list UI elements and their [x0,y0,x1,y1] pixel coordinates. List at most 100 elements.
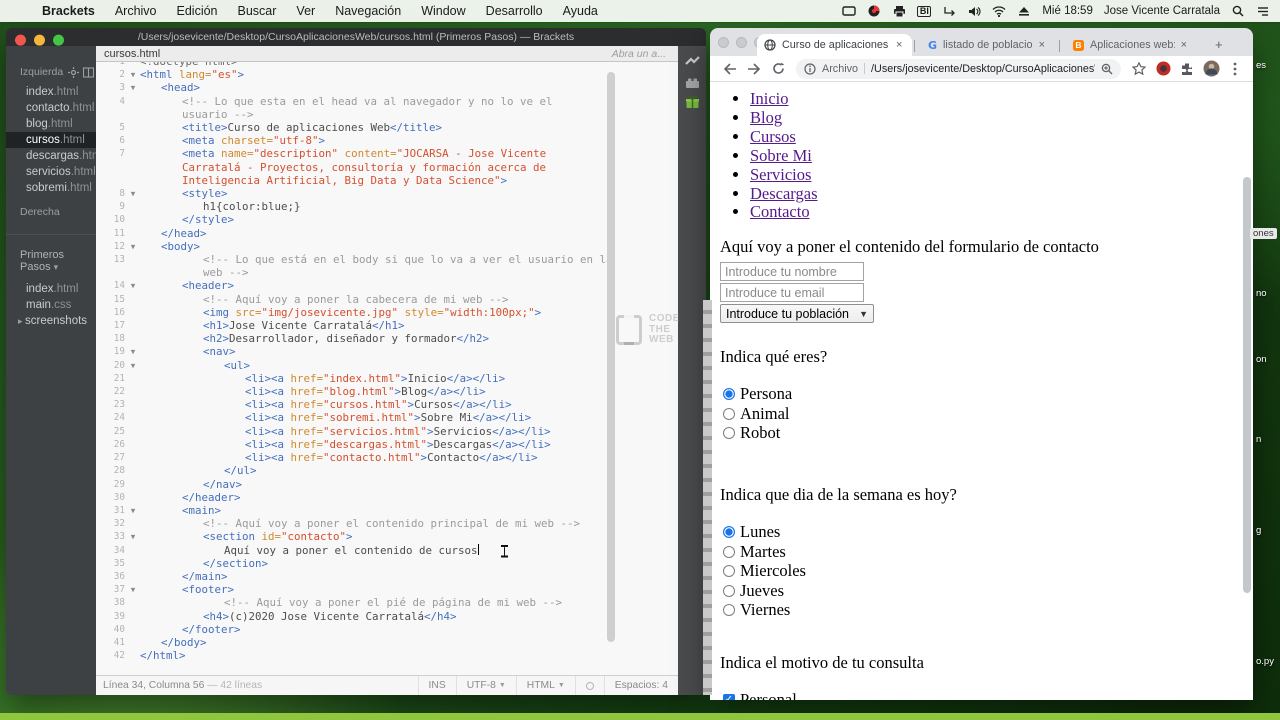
page-link-contacto[interactable]: Contacto [750,202,810,221]
desktop-icon-label[interactable]: g [1256,525,1261,536]
fold-arrow-icon[interactable]: ▼ [126,279,140,292]
editor-scrollbar-thumb[interactable] [607,72,615,642]
radio-miercoles[interactable] [723,565,735,578]
page-link-cursos[interactable]: Cursos [750,127,796,146]
menu-item-navegación[interactable]: Navegación [325,4,411,18]
display-mirroring-icon[interactable] [842,5,857,17]
indent-spaces-setting[interactable]: Espacios: 4 [603,676,678,695]
fold-arrow-icon[interactable]: ▼ [126,530,140,543]
browser-tab-2[interactable]: Glistado de poblacion de es × [921,34,1052,56]
zoom-page-icon[interactable] [1101,63,1113,75]
fold-arrow-icon[interactable]: ▼ [126,359,140,372]
screen-record-icon[interactable] [867,5,881,17]
desktop-icon-label[interactable]: o.py [1256,656,1274,667]
sidebar-file-cursos.html[interactable]: cursos.html [6,132,96,148]
checkbox-personal[interactable]: ✓ [723,693,735,700]
sidebar-file-descargas.html[interactable]: descargas.html [6,148,104,164]
close-window-button[interactable] [15,34,26,46]
menu-item-archivo[interactable]: Archivo [105,4,167,18]
menu-clock[interactable]: Mié 18:59 [1042,5,1093,17]
language-mode-dropdown[interactable]: HTML ▼ [515,676,575,695]
bookmark-star-icon[interactable] [1129,59,1149,79]
volume-icon[interactable] [967,5,981,17]
menu-item-edición[interactable]: Edición [167,4,228,18]
address-bar[interactable]: Archivo /Users/josevicente/Desktop/Curso… [796,58,1121,79]
fold-arrow-icon[interactable]: ▼ [126,240,140,253]
lint-status-icon[interactable] [574,676,604,695]
wifi-icon[interactable] [992,5,1006,17]
page-link-inicio[interactable]: Inicio [750,89,789,108]
profile-avatar[interactable] [1201,59,1221,79]
live-preview-icon[interactable] [684,55,700,70]
back-button[interactable] [720,59,740,79]
menu-item-ver[interactable]: Ver [286,4,325,18]
radio-jueves[interactable] [723,584,735,597]
radio-lunes[interactable] [723,525,735,538]
project-dropdown[interactable]: Primeros Pasos ▾ [6,243,96,281]
tab-close-icon[interactable]: × [1039,39,1045,51]
text-input-2[interactable] [720,283,864,303]
radio-viernes[interactable] [723,604,735,617]
radio-animal[interactable] [723,407,735,420]
fold-arrow-icon[interactable]: ▼ [126,81,140,94]
notification-center-icon[interactable] [1256,5,1270,17]
close-window-button[interactable] [718,37,729,48]
page-link-servicios[interactable]: Servicios [750,165,811,184]
radio-robot[interactable] [723,427,735,440]
forward-button[interactable] [744,59,764,79]
bi-status-icon[interactable]: BI [917,5,932,17]
menu-item-window[interactable]: Window [411,4,475,18]
sidebar-file-servicios.html[interactable]: servicios.html [6,164,96,180]
page-link-sobre-mi[interactable]: Sobre Mi [750,146,812,165]
code-editor[interactable]: 1<!doctype html>2▼<html lang="es">3▼<hea… [96,62,678,675]
active-file-label[interactable]: cursos.html [104,48,160,60]
fold-arrow-icon[interactable]: ▼ [126,187,140,200]
extensions-puzzle-icon[interactable] [1177,59,1197,79]
tab-close-icon[interactable]: × [896,39,902,51]
text-input-1[interactable] [720,262,864,282]
insert-mode-toggle[interactable]: INS [417,676,456,695]
project-file-main.css[interactable]: main.css [6,297,96,313]
sidebar-file-sobremi.html[interactable]: sobremi.html [6,180,96,196]
new-tab-button[interactable]: + [1215,37,1223,52]
menu-item-buscar[interactable]: Buscar [228,4,287,18]
fold-arrow-icon[interactable]: ▼ [126,345,140,358]
reload-button[interactable] [768,59,788,79]
minimize-window-button[interactable] [34,34,45,46]
page-link-descargas[interactable]: Descargas [750,184,818,203]
extension-manager-gift-icon[interactable] [685,95,700,109]
encoding-dropdown[interactable]: UTF-8 ▼ [455,676,516,695]
fold-arrow-icon[interactable]: ▼ [126,583,140,596]
sidebar-file-index.html[interactable]: index.html [6,84,96,100]
desktop-icon-label[interactable]: es [1256,60,1266,71]
radio-persona[interactable] [723,388,735,401]
keyboard-input-icon[interactable] [942,5,956,17]
split-view-icon[interactable] [83,66,95,78]
browser-tab-1[interactable]: Curso de aplicaciones Web × [757,34,912,56]
printer-icon[interactable] [892,5,906,17]
tab-close-icon[interactable]: × [1181,39,1187,51]
brackets-titlebar[interactable]: /Users/josevicente/Desktop/CursoAplicaci… [6,28,706,46]
radio-martes[interactable] [723,545,735,558]
desktop-icon-label[interactable]: no [1256,288,1267,299]
menu-user[interactable]: Jose Vicente Carratala [1104,5,1220,17]
fold-arrow-icon[interactable]: ▼ [126,504,140,517]
project-file-index.html[interactable]: index.html [6,281,96,297]
page-scrollbar-thumb[interactable] [1243,177,1251,593]
adblock-extension-icon[interactable] [1153,59,1173,79]
page-link-blog[interactable]: Blog [750,108,782,127]
chrome-menu-icon[interactable] [1225,59,1245,79]
page-info-icon[interactable] [804,62,816,75]
sidebar-file-blog.html[interactable]: blog.html [6,116,96,132]
menu-item-ayuda[interactable]: Ayuda [553,4,608,18]
sidebar-file-contacto.html[interactable]: contacto.html [6,100,96,116]
browser-tab-3[interactable]: B Aplicaciones web: Select d × [1066,34,1194,56]
gear-icon[interactable] [68,66,80,78]
desktop-icon-label[interactable]: on [1256,354,1267,365]
desktop-icon-label[interactable]: n [1256,434,1261,445]
spotlight-search-icon[interactable] [1231,5,1245,17]
zoom-window-button[interactable] [53,34,64,46]
project-file-screenshots[interactable]: ▸ screenshots [6,313,96,329]
eject-icon[interactable] [1017,5,1031,17]
desktop-icon-label[interactable]: ones [1250,228,1277,239]
